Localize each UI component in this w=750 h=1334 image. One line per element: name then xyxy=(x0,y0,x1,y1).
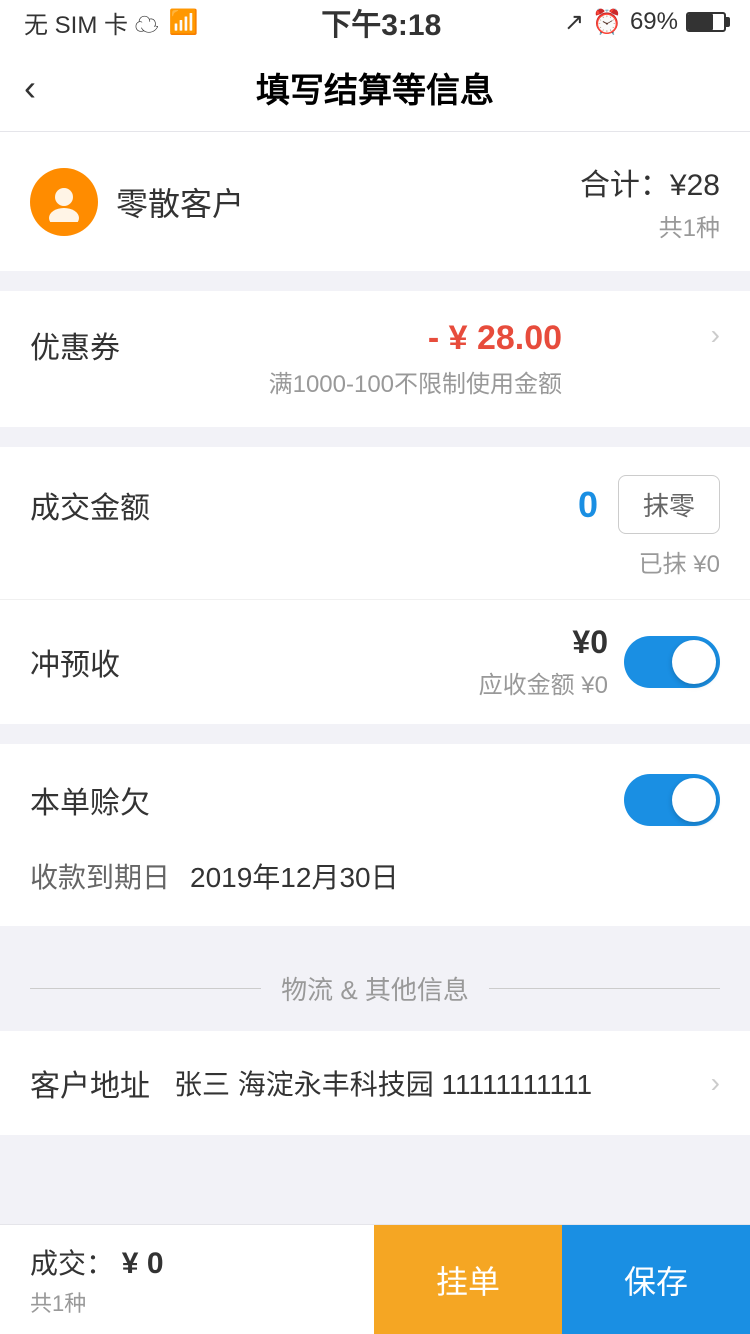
wifi-icon: 📶 xyxy=(169,8,199,37)
toggle-circle xyxy=(672,640,716,684)
battery-percent: 69% xyxy=(630,8,678,36)
address-chevron: › xyxy=(711,1067,720,1099)
debt-row: 本单赊欠 xyxy=(0,744,750,856)
bottom-deal-value: ¥ 0 xyxy=(122,1247,164,1280)
debt-toggle-circle xyxy=(672,778,716,822)
customer-avatar xyxy=(30,168,98,236)
customer-left: 零散客户 xyxy=(30,168,244,236)
bottom-bar: 成交： ¥ 0 共1种 挂单 保存 xyxy=(0,1224,750,1334)
logistics-title: 物流 & 其他信息 xyxy=(261,970,489,1007)
amount-label: 成交金额 xyxy=(30,483,150,527)
pending-button[interactable]: 挂单 xyxy=(374,1225,562,1334)
customer-right: 合计：¥28 共1种 xyxy=(580,160,720,243)
battery-icon xyxy=(686,12,726,32)
address-value: 张三 海淀永丰科技园 11111111111 xyxy=(174,1063,711,1103)
nav-bar: ‹ 填写结算等信息 xyxy=(0,44,750,132)
status-time: 下午3:18 xyxy=(321,0,441,44)
prepay-toggle[interactable] xyxy=(624,636,720,688)
due-date-value: 2019年12月30日 xyxy=(190,856,399,896)
voucher-right: - ¥ 28.00 满1000-100不限制使用金额 xyxy=(269,319,562,399)
logistics-divider: 物流 & 其他信息 xyxy=(0,970,750,1007)
debt-toggle[interactable] xyxy=(624,774,720,826)
bottom-deal-label: 成交： xyxy=(30,1248,114,1279)
divider-line-left xyxy=(30,988,261,989)
debt-label: 本单赊欠 xyxy=(30,778,150,822)
divider-line-right xyxy=(489,988,720,989)
prepay-sub: 应收金额 ¥0 xyxy=(479,665,608,700)
amount-right: 0 抹零 xyxy=(578,475,720,534)
back-button[interactable]: ‹ xyxy=(24,67,36,109)
status-left: 无 SIM 卡 ☁ 📶 xyxy=(24,5,199,40)
amount-value: 0 xyxy=(578,484,598,526)
debt-section: 本单赊欠 收款到期日 2019年12月30日 xyxy=(0,744,750,926)
prepay-row: 冲预收 ¥0 应收金额 ¥0 xyxy=(0,599,750,724)
alarm-icon: ⏰ xyxy=(592,8,622,37)
voucher-sub: 满1000-100不限制使用金额 xyxy=(269,364,562,399)
bottom-buttons: 挂单 保存 xyxy=(374,1225,750,1334)
page-title: 填写结算等信息 xyxy=(256,63,494,112)
prepay-right: ¥0 应收金额 ¥0 xyxy=(479,624,720,700)
amount-section: 成交金额 0 抹零 已抹 ¥0 冲预收 ¥0 应收金额 ¥0 xyxy=(0,447,750,724)
signal-text: 无 SIM 卡 ☁ xyxy=(24,5,159,40)
due-date-label: 收款到期日 xyxy=(30,856,170,896)
address-row[interactable]: 客户地址 张三 海淀永丰科技园 11111111111 › xyxy=(0,1031,750,1135)
prepay-label: 冲预收 xyxy=(30,640,120,684)
customer-count: 共1种 xyxy=(580,208,720,243)
voucher-section[interactable]: 优惠券 - ¥ 28.00 满1000-100不限制使用金额 › xyxy=(0,291,750,427)
voucher-discount: - ¥ 28.00 xyxy=(269,319,562,358)
content: 零散客户 合计：¥28 共1种 优惠券 - ¥ 28.00 满1000-100不… xyxy=(0,132,750,1255)
bottom-deal: 成交： ¥ 0 xyxy=(30,1242,344,1282)
address-label: 客户地址 xyxy=(30,1061,150,1105)
amount-row: 成交金额 0 抹零 xyxy=(0,447,750,544)
status-bar: 无 SIM 卡 ☁ 📶 下午3:18 ↗ ⏰ 69% xyxy=(0,0,750,44)
voucher-chevron: › xyxy=(711,319,720,351)
status-right: ↗ ⏰ 69% xyxy=(564,8,726,37)
bottom-count: 共1种 xyxy=(30,1286,344,1318)
prepay-value: ¥0 xyxy=(479,624,608,661)
address-section[interactable]: 客户地址 张三 海淀永丰科技园 11111111111 › xyxy=(0,1031,750,1135)
prepay-amount: ¥0 应收金额 ¥0 xyxy=(479,624,608,700)
bottom-info: 成交： ¥ 0 共1种 xyxy=(0,1242,374,1318)
voucher-label: 优惠券 xyxy=(30,319,120,367)
customer-name: 零散客户 xyxy=(116,179,244,225)
avatar-icon xyxy=(44,182,84,222)
save-button[interactable]: 保存 xyxy=(562,1225,750,1334)
due-date-row: 收款到期日 2019年12月30日 xyxy=(0,856,750,926)
round-button[interactable]: 抹零 xyxy=(618,475,720,534)
location-icon: ↗ xyxy=(564,8,584,37)
customer-total: 合计：¥28 xyxy=(580,160,720,204)
customer-section: 零散客户 合计：¥28 共1种 xyxy=(0,132,750,271)
logistics-divider-section: 物流 & 其他信息 xyxy=(0,946,750,1031)
amount-sub: 已抹 ¥0 xyxy=(0,544,750,599)
